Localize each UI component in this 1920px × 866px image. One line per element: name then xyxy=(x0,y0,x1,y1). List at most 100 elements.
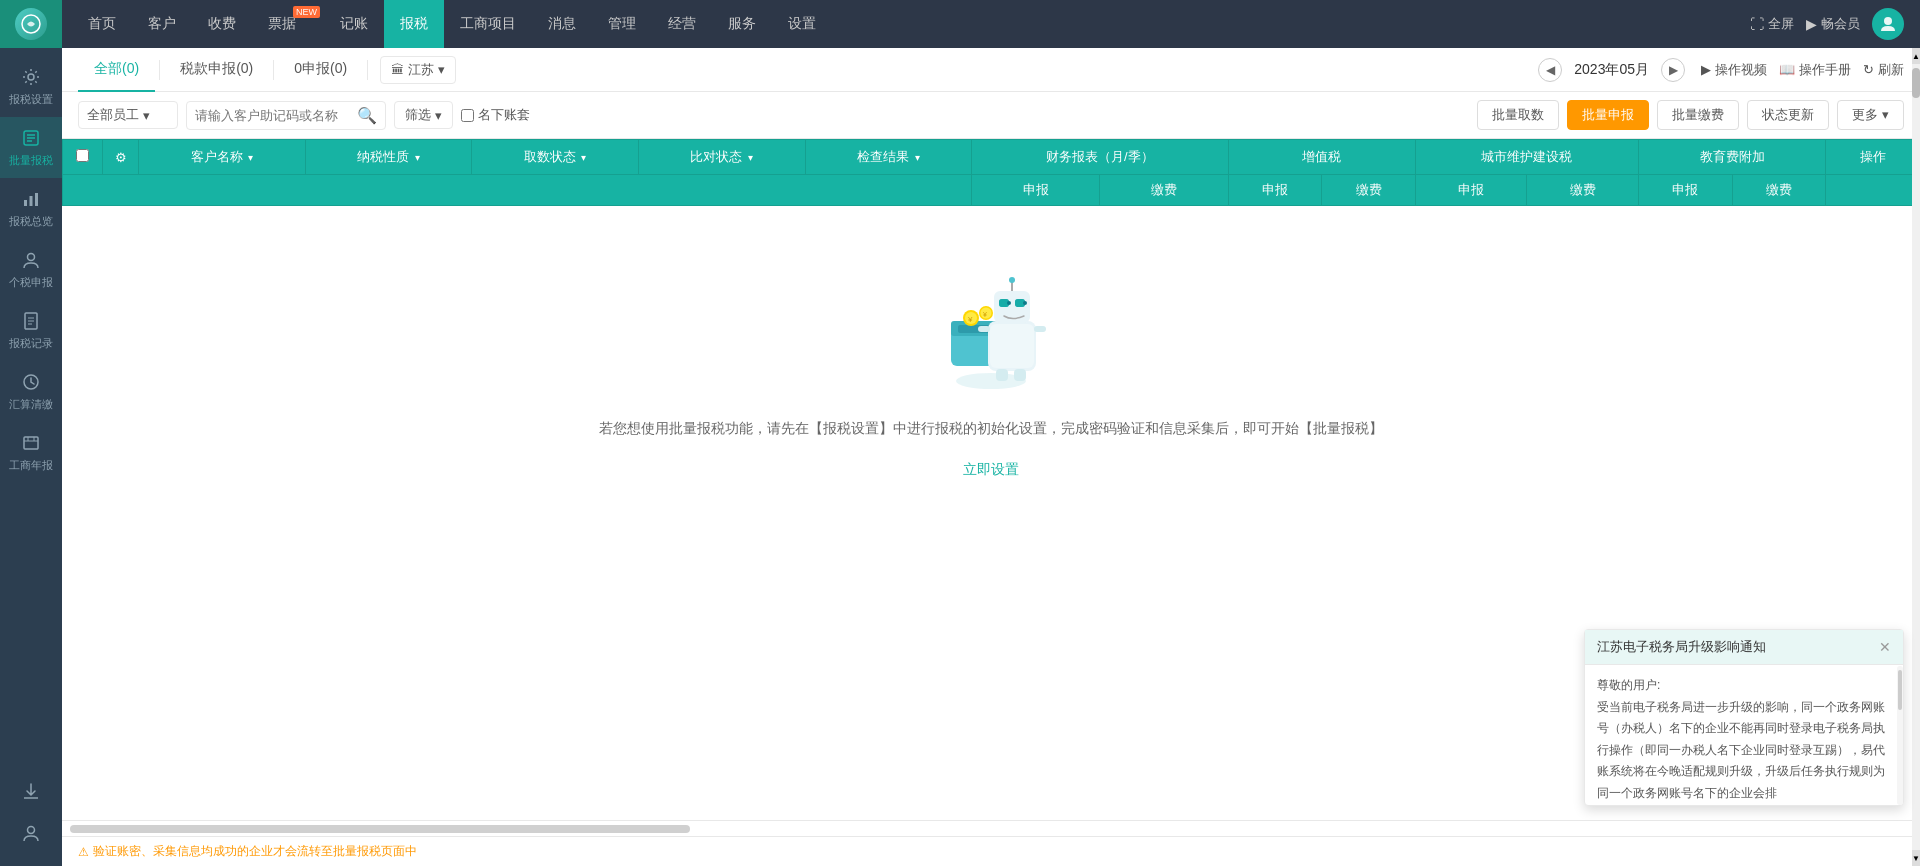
nav-manage[interactable]: 管理 xyxy=(592,0,652,48)
nav-tax[interactable]: 报税 xyxy=(384,0,444,48)
employee-selector[interactable]: 全部员工 ▾ xyxy=(78,101,178,129)
svg-rect-9 xyxy=(35,193,38,206)
empty-state-text: 若您想使用批量报税功能，请先在【报税设置】中进行报税的初始化设置，完成密码验证和… xyxy=(599,416,1383,441)
header-compare-status: 比对状态 ▾ xyxy=(638,140,805,175)
main-table: ⚙ 客户名称 ▾ 纳税性质 ▾ 取数状态 ▾ xyxy=(62,139,1920,539)
warning-icon: ⚠ xyxy=(78,845,89,859)
empty-state-cell: ¥ ¥ xyxy=(63,206,1920,540)
tax-overview-icon xyxy=(20,188,42,210)
tax-settings-icon xyxy=(20,66,42,88)
search-input[interactable] xyxy=(195,108,353,123)
filter-icon-tax-type[interactable]: ▾ xyxy=(415,152,420,163)
notification-body: 尊敬的用户: 受当前电子税务局进一步升级的影响，同一个政务网账号（办税人）名下的… xyxy=(1585,665,1903,805)
operation-video-link[interactable]: ▶ 操作视频 xyxy=(1701,61,1767,79)
svg-rect-43 xyxy=(1034,326,1046,332)
empty-state-row: ¥ ¥ xyxy=(63,206,1920,540)
nav-business[interactable]: 工商项目 xyxy=(444,0,532,48)
nav-home[interactable]: 首页 xyxy=(72,0,132,48)
sub-header-vat-pay: 缴费 xyxy=(1322,175,1416,206)
province-selector[interactable]: 🏛 江苏 ▾ xyxy=(380,56,456,84)
under-account-checkbox[interactable] xyxy=(461,109,474,122)
batch-declare-btn[interactable]: 批量申报 xyxy=(1567,100,1649,130)
notif-scroll-handle[interactable] xyxy=(1898,670,1902,710)
tax-records-icon xyxy=(20,310,42,332)
nav-customer[interactable]: 客户 xyxy=(132,0,192,48)
sidebar-item-settlement[interactable]: 汇算清缴 xyxy=(0,361,62,422)
member-btn[interactable]: ▶ 畅会员 xyxy=(1806,15,1860,33)
gear-icon[interactable]: ⚙ xyxy=(115,150,127,165)
notification-close-btn[interactable]: ✕ xyxy=(1879,639,1891,655)
filter-icon-fetch[interactable]: ▾ xyxy=(581,152,586,163)
bottom-scrollbar[interactable] xyxy=(62,820,1920,836)
sidebar-item-batch-tax[interactable]: 批量报税 xyxy=(0,117,62,178)
book-icon: 📖 xyxy=(1779,62,1795,77)
nav-items: 首页 客户 收费 票据 NEW 记账 报税 工商项目 消息 管理 经营 服务 设… xyxy=(62,0,1750,48)
notification-text: 尊敬的用户: 受当前电子税务局进一步升级的影响，同一个政务网账号（办税人）名下的… xyxy=(1597,675,1891,805)
header-customer-name: 客户名称 ▾ xyxy=(139,140,306,175)
batch-fetch-btn[interactable]: 批量取数 xyxy=(1477,100,1559,130)
header-fetch-status: 取数状态 ▾ xyxy=(472,140,639,175)
nav-message[interactable]: 消息 xyxy=(532,0,592,48)
svg-text:¥: ¥ xyxy=(983,311,987,318)
status-update-btn[interactable]: 状态更新 xyxy=(1747,100,1829,130)
app-logo xyxy=(15,8,47,40)
nav-billing[interactable]: 收费 xyxy=(192,0,252,48)
table-header-row: ⚙ 客户名称 ▾ 纳税性质 ▾ 取数状态 ▾ xyxy=(63,140,1920,175)
operation-manual-link[interactable]: 📖 操作手册 xyxy=(1779,61,1851,79)
sidebar-download[interactable] xyxy=(0,770,62,812)
notification-popup: 江苏电子税务局升级影响通知 ✕ 尊敬的用户: 受当前电子税务局进一步升级的影响，… xyxy=(1584,629,1904,806)
sidebar-item-annual-report[interactable]: 工商年报 xyxy=(0,422,62,483)
download-icon xyxy=(20,780,42,802)
select-all-checkbox[interactable] xyxy=(76,149,89,162)
tab-zero-declare[interactable]: 0申报(0) xyxy=(278,48,363,92)
sub-header-financial-pay: 缴费 xyxy=(1100,175,1228,206)
checkbox-under-account[interactable]: 名下账套 xyxy=(461,106,530,124)
nav-settings[interactable]: 设置 xyxy=(772,0,832,48)
more-btn[interactable]: 更多 ▾ xyxy=(1837,100,1904,130)
nav-service[interactable]: 服务 xyxy=(712,0,772,48)
month-display: 2023年05月 xyxy=(1574,61,1649,79)
filter-icon-customer[interactable]: ▾ xyxy=(248,152,253,163)
status-bar: ⚠ 验证账密、采集信息均成功的企业才会流转至批量报税页面中 xyxy=(62,836,1920,866)
scroll-thumb[interactable] xyxy=(70,825,690,833)
svg-text:¥: ¥ xyxy=(967,315,973,324)
svg-point-21 xyxy=(28,827,35,834)
setup-now-link[interactable]: 立即设置 xyxy=(963,461,1019,479)
province-icon: 🏛 xyxy=(391,62,404,77)
sub-header-op-spacer xyxy=(1826,175,1920,206)
search-icon: 🔍 xyxy=(357,106,377,125)
tab-all[interactable]: 全部(0) xyxy=(78,48,155,92)
nav-invoice[interactable]: 票据 NEW xyxy=(252,0,324,48)
logo-area[interactable] xyxy=(0,0,62,48)
filter-button[interactable]: 筛选 ▾ xyxy=(394,101,453,129)
header-check-result: 检查结果 ▾ xyxy=(805,140,972,175)
sidebar-item-tax-settings[interactable]: 报税设置 xyxy=(0,56,62,117)
selector-chevron-icon: ▾ xyxy=(143,108,150,123)
header-operation: 操作 xyxy=(1826,140,1920,175)
prev-month-btn[interactable]: ◀ xyxy=(1538,58,1562,82)
sidebar-item-tax-overview[interactable]: 报税总览 xyxy=(0,178,62,239)
filter-icon-compare[interactable]: ▾ xyxy=(748,152,753,163)
scroll-handle[interactable] xyxy=(1912,68,1920,98)
header-tax-type: 纳税性质 ▾ xyxy=(305,140,472,175)
batch-pay-btn[interactable]: 批量缴费 xyxy=(1657,100,1739,130)
scroll-up-btn[interactable]: ▲ xyxy=(1912,48,1920,64)
next-month-btn[interactable]: ▶ xyxy=(1661,58,1685,82)
scroll-down-btn[interactable]: ▼ xyxy=(1912,850,1920,866)
svg-rect-46 xyxy=(990,324,1034,368)
sidebar-item-personal-tax[interactable]: 个税申报 xyxy=(0,239,62,300)
nav-accounting[interactable]: 记账 xyxy=(324,0,384,48)
sub-header-city-declare: 申报 xyxy=(1415,175,1527,206)
fullscreen-btn[interactable]: ⛶ 全屏 xyxy=(1750,15,1794,33)
month-navigation: ◀ 2023年05月 ▶ xyxy=(1538,58,1685,82)
tab-divider-3 xyxy=(367,60,368,80)
header-education-fee: 教育费附加 xyxy=(1638,140,1825,175)
notif-scrollbar[interactable] xyxy=(1897,666,1903,805)
filter-icon-check[interactable]: ▾ xyxy=(915,152,920,163)
sidebar-user[interactable] xyxy=(0,812,62,854)
tab-tax-declare[interactable]: 税款申报(0) xyxy=(164,48,269,92)
refresh-link[interactable]: ↻ 刷新 xyxy=(1863,61,1904,79)
nav-operation[interactable]: 经营 xyxy=(652,0,712,48)
sidebar-item-tax-records[interactable]: 报税记录 xyxy=(0,300,62,361)
user-avatar[interactable] xyxy=(1872,8,1904,40)
